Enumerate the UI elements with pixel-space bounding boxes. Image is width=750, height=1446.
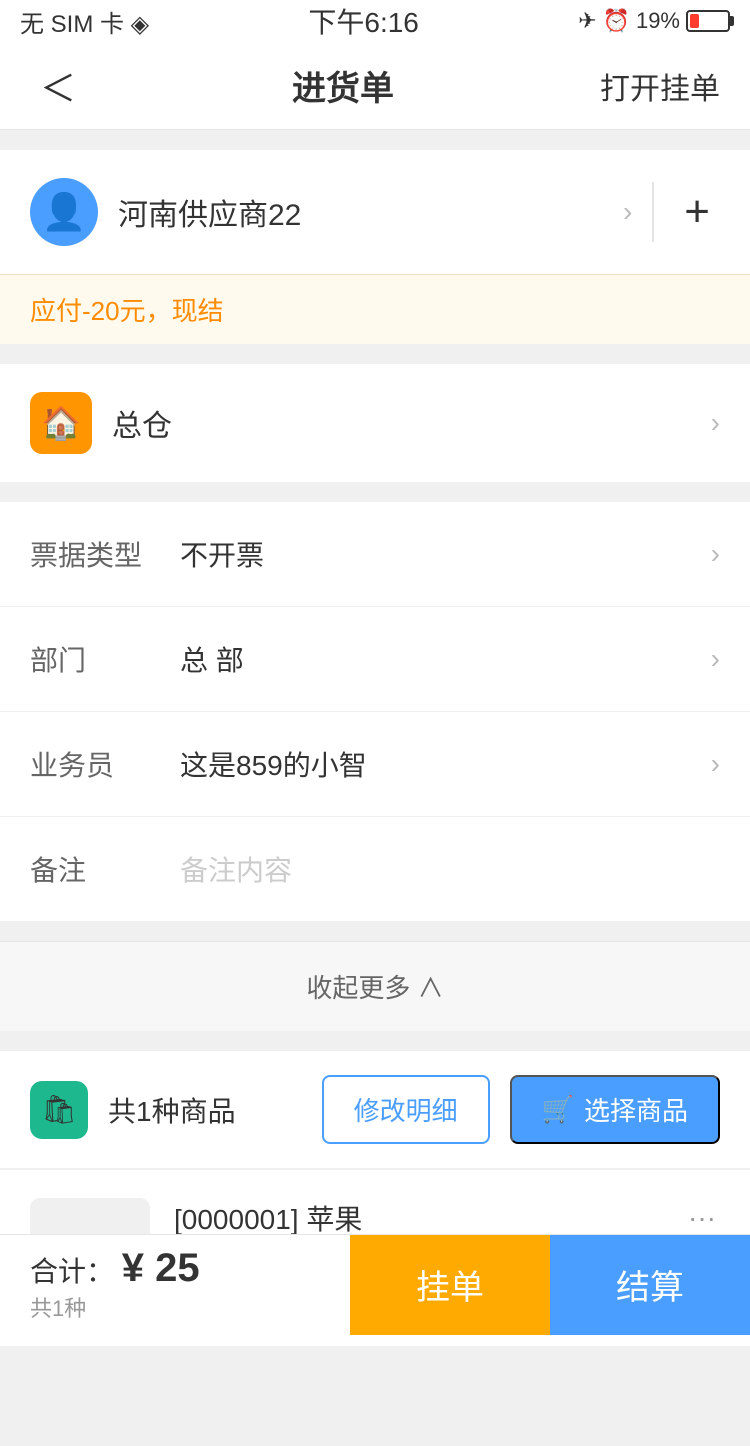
department-chevron-icon: › <box>711 643 720 675</box>
supplier-divider <box>652 182 654 242</box>
total-count: 共1种 <box>30 1291 320 1323</box>
total-amount: ¥ 25 <box>122 1246 200 1290</box>
avatar-icon: 👤 <box>42 191 87 233</box>
department-label: 部门 <box>30 639 160 679</box>
form-section: 票据类型 不开票 › 部门 总 部 › 业务员 这是859的小智 › 备注 备注… <box>0 502 750 921</box>
bottom-spacer <box>0 1346 750 1446</box>
notice-banner: 应付-20元，现结 <box>0 274 750 344</box>
warehouse-row[interactable]: 🏠 总仓 › <box>0 364 750 482</box>
status-left: 无 SIM 卡 ◈ <box>20 4 149 39</box>
remark-input[interactable]: 备注内容 <box>180 849 720 889</box>
status-bar: 无 SIM 卡 ◈ 下午6:16 ✈ ⏰ 19% <box>0 0 750 42</box>
salesman-label: 业务员 <box>30 744 160 784</box>
invoice-type-row[interactable]: 票据类型 不开票 › <box>0 502 750 607</box>
supplier-chevron-icon: › <box>623 196 632 228</box>
modify-detail-button[interactable]: 修改明细 <box>322 1075 490 1144</box>
product-header: 🛍 共1种商品 修改明细 🛒 选择商品 <box>0 1051 750 1168</box>
alarm-icon: ⏰ <box>603 8 630 34</box>
nav-bar: ＜ 进货单 打开挂单 <box>0 42 750 130</box>
product-title: 苹果 <box>306 1204 362 1235</box>
cart-icon: 🛒 <box>542 1094 574 1125</box>
bottom-bar: 合计： ¥ 25 共1种 挂单 结算 <box>0 1234 750 1334</box>
status-right: ✈ ⏰ 19% <box>578 8 730 34</box>
product-name: [0000001] 苹果 <box>174 1198 660 1238</box>
battery-fill <box>690 14 699 28</box>
hang-button[interactable]: 挂单 <box>350 1235 550 1335</box>
shopping-bag-icon: 🛍 <box>41 1093 77 1126</box>
supplier-name: 河南供应商22 <box>118 190 613 234</box>
salesman-chevron-icon: › <box>711 748 720 780</box>
checkout-button[interactable]: 结算 <box>550 1235 750 1335</box>
total-label: 合计： <box>30 1256 114 1287</box>
add-supplier-button[interactable]: + <box>674 187 720 237</box>
status-time: 下午6:16 <box>308 1 419 41</box>
product-code: [0000001] <box>174 1204 299 1235</box>
sim-status: 无 SIM 卡 ◈ <box>20 4 149 39</box>
product-count: 共1种商品 <box>108 1090 302 1130</box>
back-button[interactable]: ＜ <box>30 50 86 122</box>
salesman-value: 这是859的小智 <box>180 744 701 784</box>
warehouse-chevron-icon: › <box>711 407 720 439</box>
collapse-toggle[interactable]: 收起更多 ∧ <box>0 941 750 1031</box>
salesman-row[interactable]: 业务员 这是859的小智 › <box>0 712 750 817</box>
department-row[interactable]: 部门 总 部 › <box>0 607 750 712</box>
invoice-chevron-icon: › <box>711 538 720 570</box>
navigation-icon: ✈ <box>578 8 596 34</box>
supplier-section: 👤 河南供应商22 › + 应付-20元，现结 <box>0 150 750 344</box>
total-row: 合计： ¥ 25 <box>30 1246 320 1291</box>
warehouse-name: 总仓 <box>112 401 701 445</box>
product-more-button[interactable]: ··· <box>684 1198 720 1238</box>
supplier-avatar: 👤 <box>30 178 98 246</box>
section-gap-1 <box>0 130 750 150</box>
warehouse-icon: 🏠 <box>30 392 92 454</box>
department-value: 总 部 <box>180 639 701 679</box>
product-header-icon: 🛍 <box>30 1081 88 1139</box>
remark-label: 备注 <box>30 849 160 889</box>
open-hang-button[interactable]: 打开挂单 <box>600 64 720 108</box>
select-product-label: 选择商品 <box>584 1091 688 1128</box>
warehouse-section: 🏠 总仓 › <box>0 364 750 482</box>
supplier-row[interactable]: 👤 河南供应商22 › + <box>0 150 750 274</box>
battery-icon <box>686 10 730 32</box>
battery-percent: 19% <box>636 8 680 34</box>
select-product-button[interactable]: 🛒 选择商品 <box>510 1075 720 1144</box>
page-title: 进货单 <box>292 61 394 110</box>
invoice-value: 不开票 <box>180 534 701 574</box>
warehouse-emoji: 🏠 <box>41 404 81 442</box>
total-section: 合计： ¥ 25 共1种 <box>0 1246 350 1323</box>
invoice-label: 票据类型 <box>30 534 160 574</box>
remark-row[interactable]: 备注 备注内容 <box>0 817 750 921</box>
